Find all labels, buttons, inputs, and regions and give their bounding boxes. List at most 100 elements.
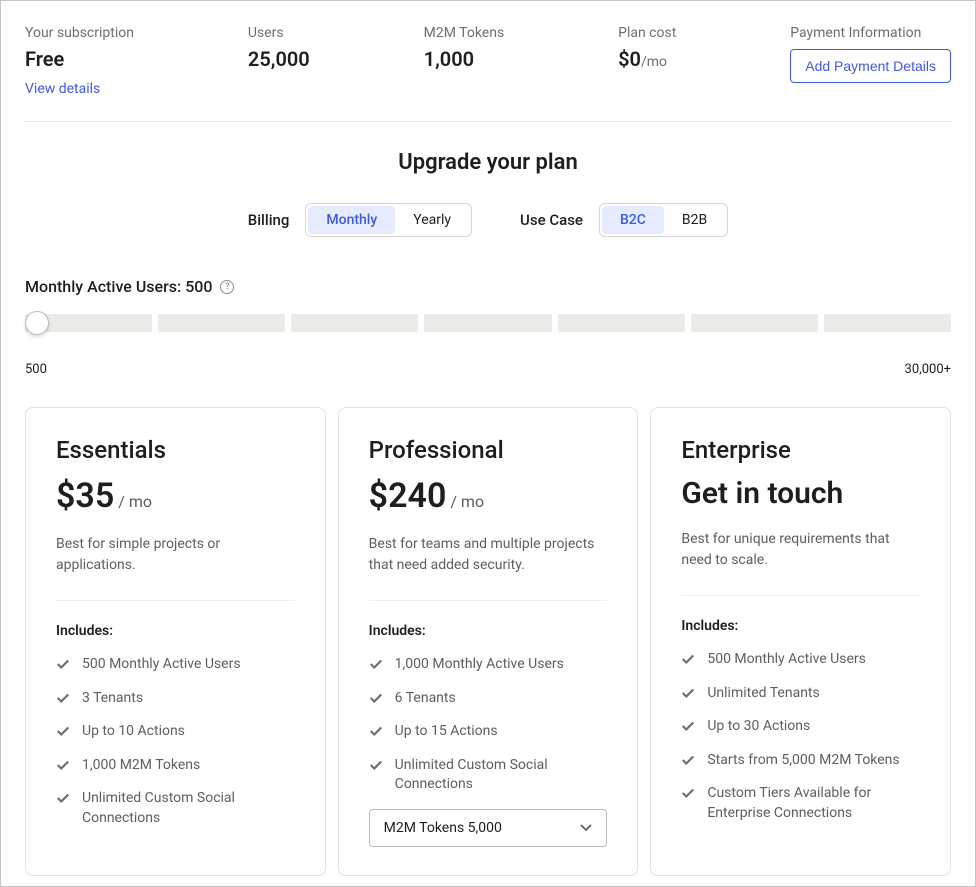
billing-monthly-option[interactable]: Monthly xyxy=(308,206,395,234)
plan-enterprise-desc: Best for unique requirements that need t… xyxy=(681,529,920,571)
feature-item: 500 Monthly Active Users xyxy=(56,655,295,675)
plan-essentials-name: Essentials xyxy=(56,436,295,464)
includes-label: Includes: xyxy=(681,618,920,634)
users-label: Users xyxy=(248,25,310,41)
payment-col: Payment Information Add Payment Details xyxy=(790,25,951,83)
feature-item: 1,000 Monthly Active Users xyxy=(369,655,608,675)
plan-divider xyxy=(681,595,920,596)
check-icon xyxy=(369,691,383,705)
plan-enterprise-features: 500 Monthly Active Users Unlimited Tenant… xyxy=(681,650,920,824)
plan-divider xyxy=(56,600,295,601)
m2m-col: M2M Tokens 1,000 xyxy=(424,25,505,71)
plans-row: Essentials $35 / mo Best for simple proj… xyxy=(25,407,951,876)
check-icon xyxy=(681,753,695,767)
m2m-tokens-select[interactable]: M2M Tokens 5,000 xyxy=(369,809,608,847)
plan-essentials-desc: Best for simple projects or applications… xyxy=(56,534,295,576)
check-icon xyxy=(369,758,383,772)
slider-range-labels: 500 30,000+ xyxy=(25,362,951,377)
cost-col: Plan cost $0/mo xyxy=(618,25,676,71)
check-icon xyxy=(56,791,70,805)
check-icon xyxy=(369,657,383,671)
cost-amount: $0 xyxy=(618,47,641,71)
feature-item: Up to 15 Actions xyxy=(369,722,608,742)
plan-professional: Professional $240 / mo Best for teams an… xyxy=(338,407,639,876)
subscription-col: Your subscription Free View details xyxy=(25,25,134,97)
feature-item: Unlimited Custom Social Connections xyxy=(56,789,295,828)
view-details-link[interactable]: View details xyxy=(25,81,134,97)
feature-item: Up to 30 Actions xyxy=(681,717,920,737)
subscription-label: Your subscription xyxy=(25,25,134,41)
slider-min: 500 xyxy=(25,362,47,377)
plan-essentials-price: $35 / mo xyxy=(56,476,295,516)
feature-item: Up to 10 Actions xyxy=(56,722,295,742)
add-payment-button[interactable]: Add Payment Details xyxy=(790,49,951,83)
check-icon xyxy=(681,686,695,700)
chevron-down-icon xyxy=(580,820,592,836)
m2m-value: 1,000 xyxy=(424,47,505,71)
usecase-b2b-option[interactable]: B2B xyxy=(664,206,725,234)
feature-item: 3 Tenants xyxy=(56,689,295,709)
includes-label: Includes: xyxy=(369,623,608,639)
feature-text: 500 Monthly Active Users xyxy=(82,655,241,675)
feature-item: 1,000 M2M Tokens xyxy=(56,756,295,776)
feature-text: Up to 30 Actions xyxy=(707,717,810,737)
users-value: 25,000 xyxy=(248,47,310,71)
feature-item: Custom Tiers Available for Enterprise Co… xyxy=(681,784,920,823)
m2m-select-value: M2M Tokens 5,000 xyxy=(384,820,502,836)
check-icon xyxy=(369,724,383,738)
check-icon xyxy=(56,691,70,705)
usecase-toggle-group: Use Case B2C B2B xyxy=(520,203,728,237)
feature-text: Unlimited Custom Social Connections xyxy=(82,789,295,828)
plan-professional-features: 1,000 Monthly Active Users 6 Tenants Up to… xyxy=(369,655,608,795)
slider-thumb[interactable] xyxy=(25,311,49,335)
plan-professional-name: Professional xyxy=(369,436,608,464)
cost-label: Plan cost xyxy=(618,25,676,41)
billing-segmented: Monthly Yearly xyxy=(305,203,472,237)
feature-text: 500 Monthly Active Users xyxy=(707,650,866,670)
feature-item: Starts from 5,000 M2M Tokens xyxy=(681,751,920,771)
mau-label: Monthly Active Users: 500 xyxy=(25,277,212,296)
feature-item: Unlimited Custom Social Connections xyxy=(369,756,608,795)
m2m-label: M2M Tokens xyxy=(424,25,505,41)
usecase-label: Use Case xyxy=(520,211,583,229)
subscription-value: Free xyxy=(25,47,134,71)
plan-divider xyxy=(369,600,608,601)
feature-text: 3 Tenants xyxy=(82,689,143,709)
plan-professional-desc: Best for teams and multiple projects tha… xyxy=(369,534,608,576)
upgrade-title: Upgrade your plan xyxy=(25,150,951,175)
feature-text: Unlimited Tenants xyxy=(707,684,819,704)
feature-text: 1,000 M2M Tokens xyxy=(82,756,200,776)
plan-enterprise-name: Enterprise xyxy=(681,436,920,464)
users-col: Users 25,000 xyxy=(248,25,310,71)
feature-item: 6 Tenants xyxy=(369,689,608,709)
plan-enterprise-touch: Get in touch xyxy=(681,476,920,511)
plan-professional-price: $240 / mo xyxy=(369,476,608,516)
usecase-segmented: B2C B2B xyxy=(599,203,728,237)
mau-label-row: Monthly Active Users: 500 ? xyxy=(25,277,951,296)
feature-text: Unlimited Custom Social Connections xyxy=(395,756,608,795)
check-icon xyxy=(681,786,695,800)
check-icon xyxy=(681,719,695,733)
usecase-b2c-option[interactable]: B2C xyxy=(602,206,664,234)
check-icon xyxy=(56,724,70,738)
info-icon[interactable]: ? xyxy=(220,280,234,294)
toggle-row: Billing Monthly Yearly Use Case B2C B2B xyxy=(25,203,951,237)
feature-item: 500 Monthly Active Users xyxy=(681,650,920,670)
subscription-header: Your subscription Free View details User… xyxy=(25,25,951,121)
feature-text: 1,000 Monthly Active Users xyxy=(395,655,564,675)
billing-yearly-option[interactable]: Yearly xyxy=(395,206,469,234)
check-icon xyxy=(56,758,70,772)
cost-suffix: /mo xyxy=(641,54,667,70)
plan-essentials: Essentials $35 / mo Best for simple proj… xyxy=(25,407,326,876)
payment-label: Payment Information xyxy=(790,25,951,41)
check-icon xyxy=(56,657,70,671)
plan-essentials-features: 500 Monthly Active Users 3 Tenants Up to 1… xyxy=(56,655,295,829)
feature-text: 6 Tenants xyxy=(395,689,456,709)
mau-value: 500 xyxy=(185,277,212,296)
slider-max: 30,000+ xyxy=(905,362,951,377)
feature-text: Up to 15 Actions xyxy=(395,722,498,742)
check-icon xyxy=(681,652,695,666)
feature-text: Up to 10 Actions xyxy=(82,722,185,742)
mau-slider[interactable] xyxy=(25,314,951,332)
cost-value: $0/mo xyxy=(618,47,676,71)
